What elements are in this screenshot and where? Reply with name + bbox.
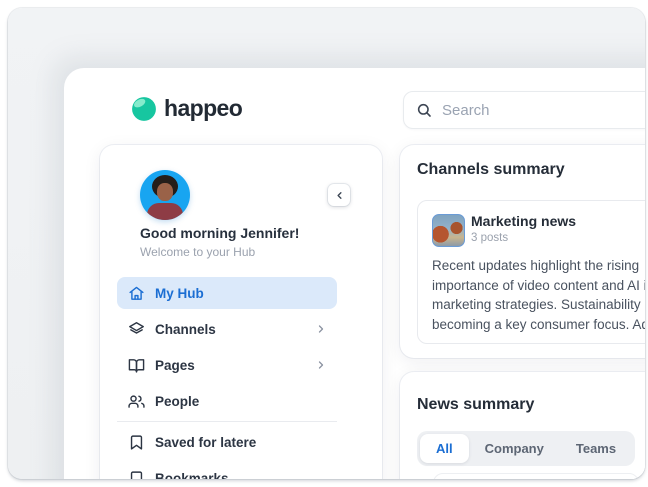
user-avatar[interactable] <box>140 170 190 220</box>
news-filter-tabs: All Company Teams <box>417 431 635 466</box>
users-icon <box>128 393 145 410</box>
home-icon <box>128 285 145 302</box>
happeo-logo[interactable]: happeo <box>131 95 242 122</box>
sidebar-item-label: Bookmarks <box>155 471 229 480</box>
chevron-right-icon <box>315 359 327 371</box>
sidebar-item-label: People <box>155 394 199 409</box>
brand-wordmark: happeo <box>164 95 242 122</box>
sidebar-item-saved-for-later[interactable]: Saved for latere <box>117 426 337 458</box>
news-summary-card: News summary All Company Teams <box>400 372 645 479</box>
tab-all[interactable]: All <box>420 434 469 463</box>
sidebar-item-my-hub[interactable]: My Hub <box>117 277 337 309</box>
sidebar-item-label: Channels <box>155 322 216 337</box>
sidebar-item-people[interactable]: People <box>117 385 337 417</box>
sidebar-item-bookmarks[interactable]: Bookmarks <box>117 462 337 479</box>
layers-icon <box>128 321 145 338</box>
chevron-right-icon <box>315 323 327 335</box>
channel-post-count: 3 posts <box>471 232 508 244</box>
sidebar-item-pages[interactable]: Pages <box>117 349 337 381</box>
channels-summary-card: Channels summary Marketing news 3 posts … <box>400 145 645 358</box>
greeting-subtitle: Welcome to your Hub <box>140 245 255 259</box>
tab-company[interactable]: Company <box>469 434 560 463</box>
news-item-card-peek <box>433 473 639 479</box>
sidebar-item-label: Pages <box>155 358 195 373</box>
happeo-leaf-icon <box>131 96 157 122</box>
sidebar-menu: My Hub Channels Pages <box>117 277 337 479</box>
book-open-icon <box>128 357 145 374</box>
greeting-text: Good morning Jennifer! <box>140 225 299 241</box>
chevron-left-icon <box>334 190 345 201</box>
sidebar-item-label: My Hub <box>155 286 204 301</box>
tab-teams[interactable]: Teams <box>560 434 632 463</box>
news-summary-title: News summary <box>417 396 534 414</box>
sidebar-item-label: Saved for latere <box>155 435 256 450</box>
bookmark-icon <box>128 470 145 480</box>
sidebar-collapse-button[interactable] <box>328 184 350 206</box>
avatar-shirt <box>147 203 183 220</box>
bookmark-icon <box>128 434 145 451</box>
search-input[interactable] <box>442 102 645 119</box>
sidebar-item-channels[interactable]: Channels <box>117 313 337 345</box>
search-bar[interactable] <box>403 91 645 129</box>
channel-title: Marketing news <box>471 213 576 229</box>
channel-thumbnail-image <box>432 214 465 247</box>
app-window: happeo Good morning Jennifer! Welcome to… <box>64 68 645 479</box>
app-frame: happeo Good morning Jennifer! Welcome to… <box>8 8 645 479</box>
sidebar-divider <box>117 421 337 422</box>
avatar-face <box>157 183 173 201</box>
channels-summary-title: Channels summary <box>417 161 565 179</box>
search-icon <box>416 102 432 118</box>
marketing-news-card[interactable]: Marketing news 3 posts Recent updates hi… <box>417 200 645 344</box>
sidebar-card: Good morning Jennifer! Welcome to your H… <box>100 145 382 479</box>
channel-summary-text: Recent updates highlight the rising impo… <box>432 256 645 334</box>
